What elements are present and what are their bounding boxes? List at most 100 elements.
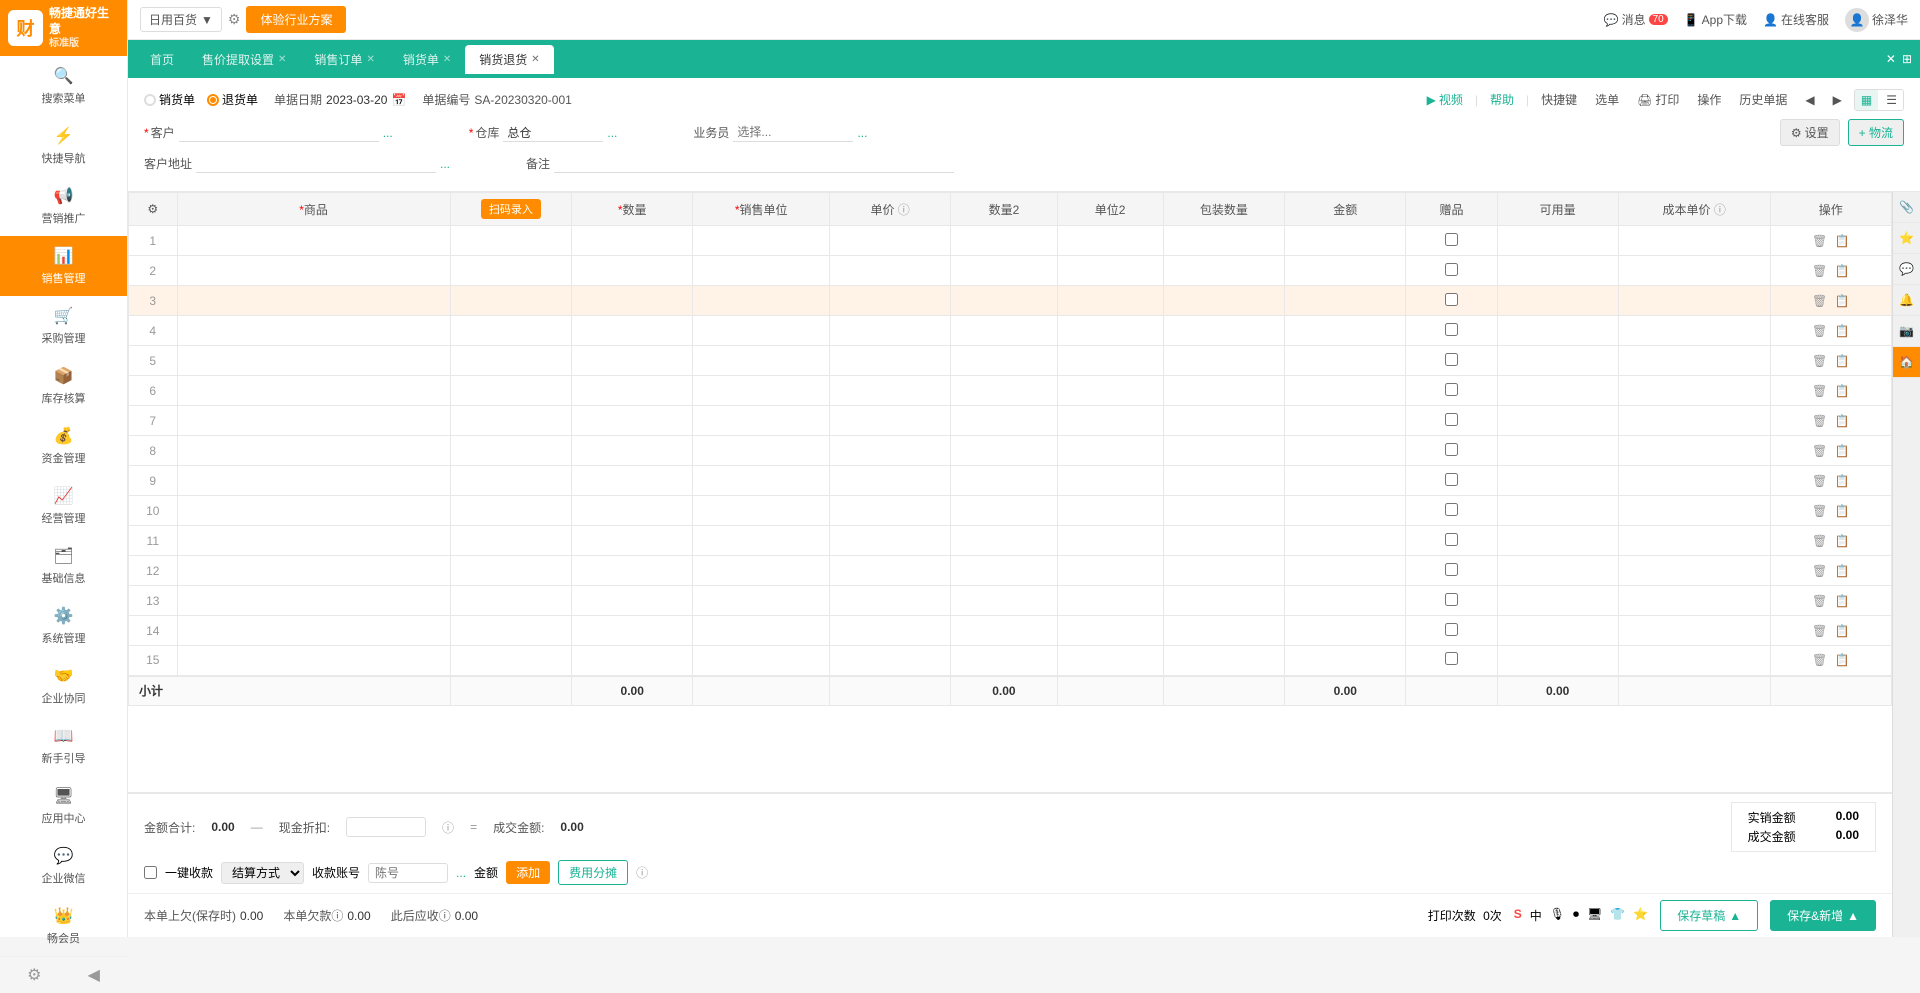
copy-icon[interactable]: 📋 bbox=[1835, 624, 1850, 638]
category-dropdown[interactable]: 日用百货 ▼ bbox=[140, 7, 222, 32]
warehouse-select-btn[interactable]: ... bbox=[607, 126, 617, 140]
quantity2-cell[interactable] bbox=[951, 406, 1057, 436]
user-menu[interactable]: 👤 徐泽华 bbox=[1845, 8, 1908, 32]
amount-cell[interactable] bbox=[1285, 376, 1406, 406]
amount-cell[interactable] bbox=[1285, 616, 1406, 646]
quantity-cell[interactable] bbox=[572, 586, 693, 616]
quantity-input[interactable] bbox=[580, 444, 684, 458]
address-select-btn[interactable]: ... bbox=[440, 157, 450, 171]
product-input[interactable] bbox=[186, 414, 442, 428]
delete-icon[interactable]: 🗑 bbox=[1812, 324, 1827, 338]
delete-icon[interactable]: 🗑 bbox=[1812, 564, 1827, 578]
package-qty-cell[interactable] bbox=[1163, 226, 1284, 256]
package-qty-cell[interactable] bbox=[1163, 346, 1284, 376]
gift-checkbox[interactable] bbox=[1445, 593, 1458, 606]
package-qty-cell[interactable] bbox=[1163, 286, 1284, 316]
copy-icon[interactable]: 📋 bbox=[1835, 354, 1850, 368]
package-qty-cell[interactable] bbox=[1163, 436, 1284, 466]
package-qty-cell[interactable] bbox=[1163, 526, 1284, 556]
quantity-input[interactable] bbox=[580, 474, 684, 488]
unit-cell[interactable] bbox=[693, 496, 830, 526]
amount-cell[interactable] bbox=[1285, 496, 1406, 526]
package-qty-cell[interactable] bbox=[1163, 316, 1284, 346]
payment-method-select[interactable]: 结算方式 bbox=[221, 862, 304, 884]
gift-checkbox[interactable] bbox=[1445, 563, 1458, 576]
quantity2-cell[interactable] bbox=[951, 616, 1057, 646]
right-panel-home-icon[interactable]: 🏠 bbox=[1893, 347, 1920, 378]
help-btn[interactable]: 帮助 bbox=[1484, 88, 1520, 111]
customer-select-btn[interactable]: ... bbox=[383, 126, 393, 140]
gift-checkbox[interactable] bbox=[1445, 503, 1458, 516]
price-cell[interactable] bbox=[829, 376, 950, 406]
delete-icon[interactable]: 🗑 bbox=[1812, 594, 1827, 608]
quantity-cell[interactable] bbox=[572, 436, 693, 466]
product-input[interactable] bbox=[186, 474, 442, 488]
product-input[interactable] bbox=[186, 564, 442, 578]
unit2-cell[interactable] bbox=[1057, 436, 1163, 466]
copy-icon[interactable]: 📋 bbox=[1835, 444, 1850, 458]
amount-cell[interactable] bbox=[1285, 556, 1406, 586]
unit-cell[interactable] bbox=[693, 376, 830, 406]
quantity-input[interactable] bbox=[580, 234, 684, 248]
delete-icon[interactable]: 🗑 bbox=[1812, 624, 1827, 638]
discount-help-icon[interactable]: ⓘ bbox=[442, 819, 454, 836]
price-cell[interactable] bbox=[829, 616, 950, 646]
unit-cell[interactable] bbox=[693, 556, 830, 586]
product-input[interactable] bbox=[186, 594, 442, 608]
product-input[interactable] bbox=[186, 264, 442, 278]
product-input[interactable] bbox=[186, 384, 442, 398]
amount-cell[interactable] bbox=[1285, 526, 1406, 556]
quantity2-cell[interactable] bbox=[951, 346, 1057, 376]
gift-checkbox[interactable] bbox=[1445, 473, 1458, 486]
quantity-cell[interactable] bbox=[572, 226, 693, 256]
radio-delivery[interactable]: 销货单 bbox=[144, 91, 195, 108]
product-cell[interactable] bbox=[177, 226, 450, 256]
right-panel-link-icon[interactable]: 📎 bbox=[1893, 192, 1920, 223]
quantity2-cell[interactable] bbox=[951, 316, 1057, 346]
sidebar-item-quick-nav[interactable]: ⚡ 快捷导航 bbox=[0, 116, 127, 176]
amount-cell[interactable] bbox=[1285, 286, 1406, 316]
sidebar-item-purchase[interactable]: 🛒 采购管理 bbox=[0, 296, 127, 356]
sidebar-item-guide[interactable]: 📖 新手引导 bbox=[0, 716, 127, 776]
gift-checkbox[interactable] bbox=[1445, 443, 1458, 456]
product-input[interactable] bbox=[186, 653, 442, 667]
quantity2-cell[interactable] bbox=[951, 646, 1057, 676]
price-cell[interactable] bbox=[829, 436, 950, 466]
product-input[interactable] bbox=[186, 324, 442, 338]
collapse-icon[interactable]: ◀ bbox=[88, 965, 100, 985]
price-cell[interactable] bbox=[829, 226, 950, 256]
quantity-input[interactable] bbox=[580, 384, 684, 398]
delete-icon[interactable]: 🗑 bbox=[1812, 234, 1827, 248]
quantity-cell[interactable] bbox=[572, 256, 693, 286]
product-cell[interactable] bbox=[177, 646, 450, 676]
product-input[interactable] bbox=[186, 234, 442, 248]
quantity2-cell[interactable] bbox=[951, 226, 1057, 256]
quantity2-cell[interactable] bbox=[951, 496, 1057, 526]
tab-price-setting[interactable]: 售价提取设置 ✕ bbox=[188, 45, 300, 74]
address-input[interactable] bbox=[196, 154, 436, 173]
quantity2-cell[interactable] bbox=[951, 376, 1057, 406]
product-cell[interactable] bbox=[177, 346, 450, 376]
unit-cell[interactable] bbox=[693, 526, 830, 556]
unit2-cell[interactable] bbox=[1057, 616, 1163, 646]
gift-checkbox[interactable] bbox=[1445, 533, 1458, 546]
product-cell[interactable] bbox=[177, 466, 450, 496]
save-new-btn[interactable]: 保存&新增 ▲ bbox=[1770, 900, 1876, 931]
unit2-cell[interactable] bbox=[1057, 406, 1163, 436]
product-input[interactable] bbox=[186, 624, 442, 638]
sidebar-item-sales[interactable]: 📊 销售管理 bbox=[0, 236, 127, 296]
sidebar-item-finance[interactable]: 💰 资金管理 bbox=[0, 416, 127, 476]
gift-checkbox[interactable] bbox=[1445, 383, 1458, 396]
product-cell[interactable] bbox=[177, 496, 450, 526]
salesperson-select-btn[interactable]: ... bbox=[857, 126, 867, 140]
amount-cell[interactable] bbox=[1285, 586, 1406, 616]
price-cell[interactable] bbox=[829, 526, 950, 556]
quantity2-cell[interactable] bbox=[951, 526, 1057, 556]
unit-cell[interactable] bbox=[693, 286, 830, 316]
tab-sales-delivery[interactable]: 销货单 ✕ bbox=[389, 45, 465, 74]
online-service-btn[interactable]: 👤 在线客服 bbox=[1763, 11, 1829, 28]
grid-view-btn[interactable]: ▦ bbox=[1855, 90, 1878, 110]
gift-checkbox[interactable] bbox=[1445, 323, 1458, 336]
quantity2-cell[interactable] bbox=[951, 436, 1057, 466]
quantity2-cell[interactable] bbox=[951, 256, 1057, 286]
